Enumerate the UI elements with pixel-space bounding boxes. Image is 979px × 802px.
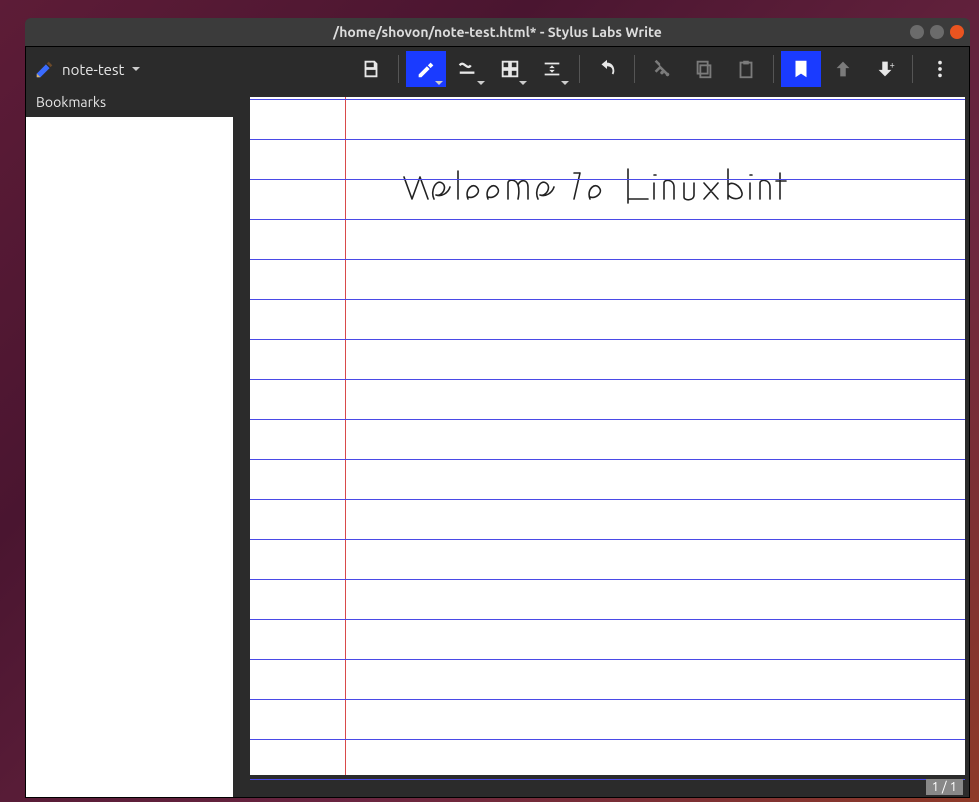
page-down-add-button[interactable]: + — [865, 51, 905, 87]
page-indicator: 1 / 1 — [926, 779, 963, 795]
ruled-line — [250, 459, 965, 460]
overflow-menu-button[interactable] — [920, 51, 960, 87]
ruled-line — [250, 139, 965, 140]
paste-icon — [735, 58, 757, 80]
copy-button[interactable] — [684, 51, 724, 87]
window-controls — [910, 25, 964, 39]
window-title: /home/shovon/note-test.html* - Stylus La… — [333, 24, 662, 40]
minimize-button[interactable] — [910, 25, 924, 39]
view-grid-button[interactable] — [490, 51, 530, 87]
ruled-line — [250, 99, 965, 100]
stroke-style-button[interactable] — [448, 51, 488, 87]
bookmarks-list[interactable] — [26, 117, 234, 797]
down-add-icon: + — [874, 58, 896, 80]
toolbar: note-test — [26, 47, 969, 91]
ruled-line — [250, 219, 965, 220]
margin-line — [345, 97, 346, 775]
menu-icon — [929, 58, 951, 80]
copy-icon — [693, 58, 715, 80]
close-button[interactable] — [950, 25, 964, 39]
ruled-line — [250, 499, 965, 500]
insert-space-button[interactable] — [532, 51, 572, 87]
ruled-line — [250, 539, 965, 540]
ruled-line — [250, 379, 965, 380]
pencil-doc-icon — [34, 58, 56, 80]
page[interactable] — [250, 97, 965, 775]
svg-text:+: + — [890, 59, 895, 70]
save-icon — [360, 58, 382, 80]
ruled-line — [250, 419, 965, 420]
sidebar-header: Bookmarks — [26, 91, 234, 117]
document-title-button[interactable]: note-test — [34, 58, 140, 80]
ruled-line — [250, 579, 965, 580]
stroke-style-icon — [457, 58, 479, 80]
ruled-line — [250, 739, 965, 740]
ruled-line — [250, 299, 965, 300]
grid-icon — [499, 58, 521, 80]
canvas-area[interactable]: 1 / 1 — [234, 91, 969, 797]
app-body: Bookmarks 1 / 1 — [26, 91, 969, 797]
undo-button[interactable] — [587, 51, 627, 87]
maximize-button[interactable] — [930, 25, 944, 39]
bookmark-icon — [790, 58, 812, 80]
ruled-line — [250, 619, 965, 620]
bookmark-button[interactable] — [781, 51, 821, 87]
insert-space-icon — [541, 58, 563, 80]
window-titlebar: /home/shovon/note-test.html* - Stylus La… — [25, 18, 970, 46]
ruled-line — [250, 699, 965, 700]
pen-icon — [415, 58, 437, 80]
up-arrow-icon — [832, 58, 854, 80]
pen-tool-button[interactable] — [406, 51, 446, 87]
handwritten-text — [400, 163, 840, 213]
app-window: note-test — [25, 46, 970, 798]
ruled-line — [250, 259, 965, 260]
undo-icon — [596, 58, 618, 80]
bookmarks-sidebar: Bookmarks — [26, 91, 234, 797]
page-up-button[interactable] — [823, 51, 863, 87]
ruled-line — [250, 659, 965, 660]
paste-button[interactable] — [726, 51, 766, 87]
ruled-line — [250, 179, 965, 180]
cut-button[interactable] — [642, 51, 682, 87]
save-button[interactable] — [351, 51, 391, 87]
document-name: note-test — [62, 61, 124, 78]
cut-icon — [651, 58, 673, 80]
ruled-line — [250, 779, 965, 780]
ruled-line — [250, 339, 965, 340]
